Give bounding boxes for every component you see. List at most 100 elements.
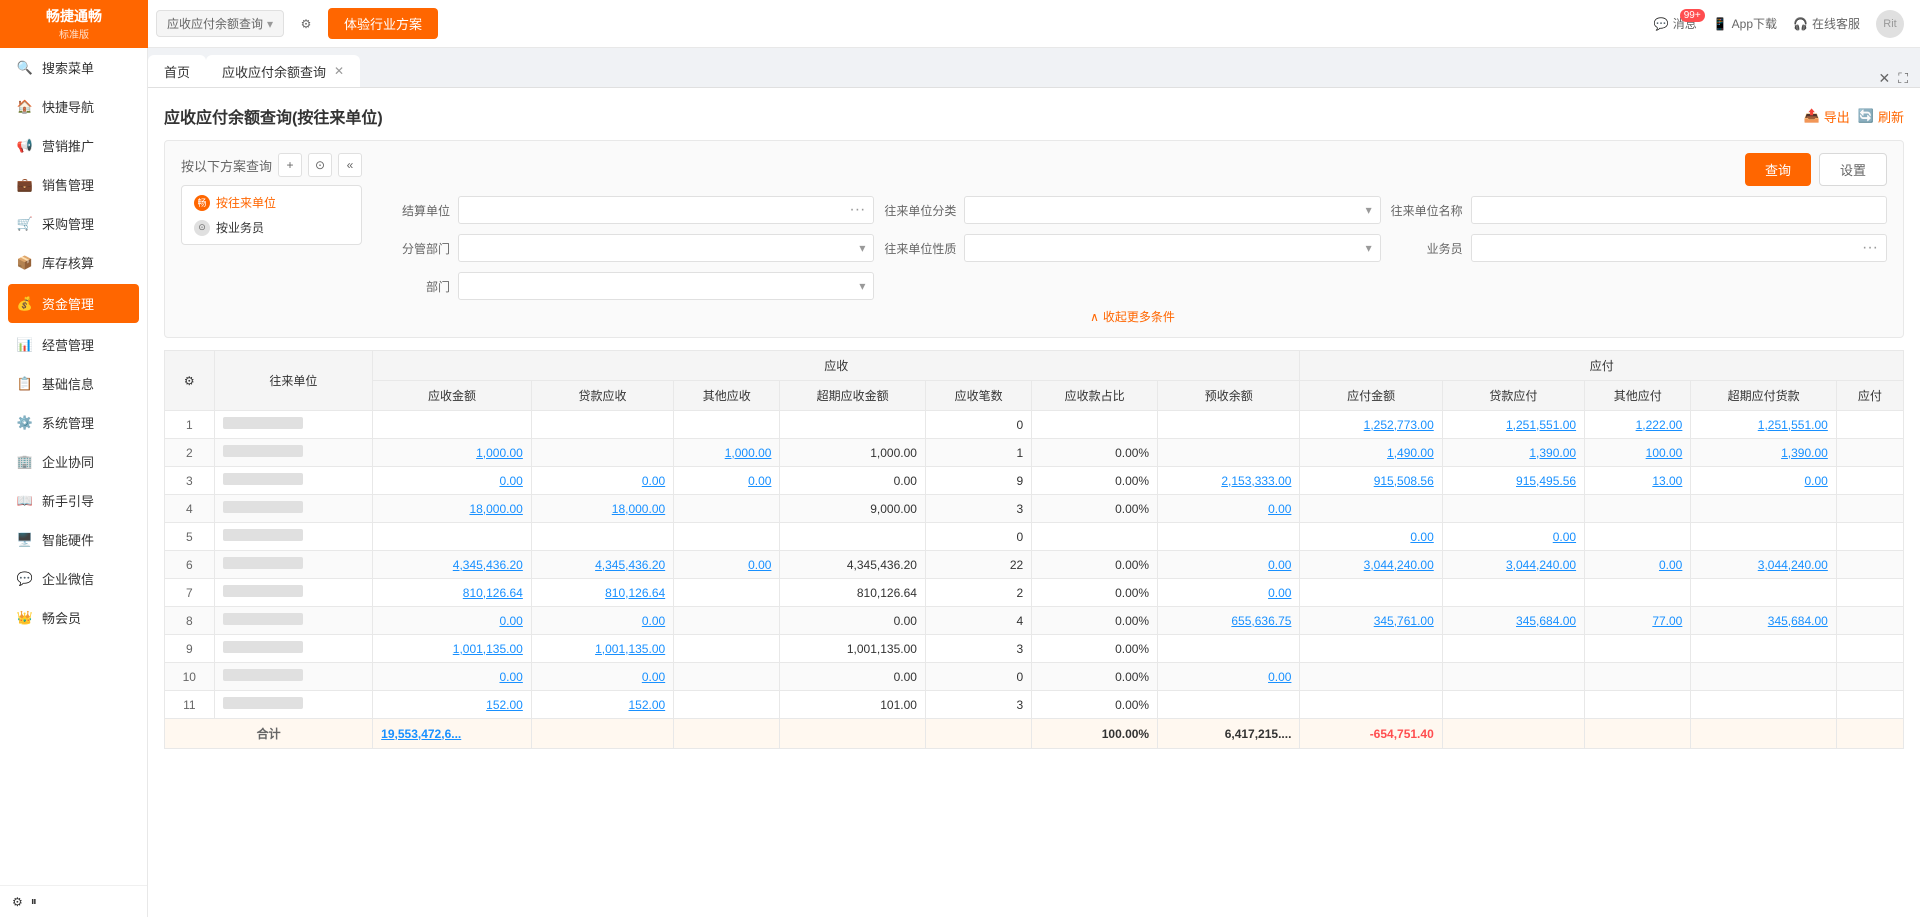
scheme-item-partner[interactable]: 畅 按往来单位	[186, 190, 357, 215]
link-value[interactable]: 18,000.00	[612, 502, 665, 516]
link-value[interactable]: 1,251,551.00	[1506, 418, 1576, 432]
export-button[interactable]: 📤 导出	[1804, 107, 1850, 126]
link-value[interactable]: 0.00	[1553, 530, 1576, 544]
link-value[interactable]: 1,252,773.00	[1364, 418, 1434, 432]
link-value[interactable]: 100.00	[1646, 446, 1683, 460]
link-value[interactable]: 4,345,436.20	[453, 558, 523, 572]
link-value[interactable]: 0.00	[499, 670, 522, 684]
row-no: 8	[165, 607, 215, 635]
settings-button[interactable]: 设置	[1819, 153, 1887, 186]
link-value[interactable]: 0.00	[642, 670, 665, 684]
link-value[interactable]: 345,684.00	[1768, 614, 1828, 628]
messages-btn[interactable]: 💬 消息 99+	[1654, 15, 1697, 32]
pause-icon[interactable]: ⏸	[31, 894, 37, 909]
link-value[interactable]: 18,000.00	[469, 502, 522, 516]
link-value[interactable]: 915,495.56	[1516, 474, 1576, 488]
salesperson-input[interactable]: ···	[1471, 234, 1887, 262]
link-value[interactable]: 3,044,240.00	[1758, 558, 1828, 572]
user-avatar[interactable]: Rit	[1876, 10, 1904, 38]
link-value[interactable]: 2,153,333.00	[1221, 474, 1291, 488]
tab-home[interactable]: 首页	[148, 55, 206, 87]
link-value[interactable]: 655,636.75	[1231, 614, 1291, 628]
sidebar-item-corp[interactable]: 🏢 企业协同	[0, 442, 147, 481]
link-value[interactable]: 0.00	[1268, 586, 1291, 600]
sidebar-item-search[interactable]: 🔍 搜索菜单	[0, 48, 147, 87]
link-value[interactable]: 0.00	[1268, 502, 1291, 516]
dept-input[interactable]: ▾	[458, 272, 874, 300]
link-value[interactable]: 345,684.00	[1516, 614, 1576, 628]
sidebar-item-finance[interactable]: 💰 资金管理	[8, 284, 139, 323]
sidebar-item-wechat[interactable]: 💬 企业微信	[0, 559, 147, 598]
collapse-button[interactable]: ∧ 收起更多条件	[378, 308, 1887, 325]
sidebar-item-sales[interactable]: 💼 销售管理	[0, 165, 147, 204]
link-value[interactable]: 0.00	[748, 558, 771, 572]
link-value[interactable]: 0.00	[1410, 530, 1433, 544]
partner-nature-input[interactable]: ▾	[964, 234, 1380, 262]
sidebar-item-nav[interactable]: 🏠 快捷导航	[0, 87, 147, 126]
link-value[interactable]: 1,390.00	[1529, 446, 1576, 460]
link-value[interactable]: 0.00	[1804, 474, 1827, 488]
link-value[interactable]: 0.00	[1659, 558, 1682, 572]
link-value[interactable]: 1,251,551.00	[1758, 418, 1828, 432]
sidebar-item-basic[interactable]: 📋 基础信息	[0, 364, 147, 403]
dept-manage-input[interactable]: ▾	[458, 234, 874, 262]
col-pay-amount: 应付金额	[1300, 381, 1442, 411]
partner-type-input[interactable]: ▾	[964, 196, 1380, 224]
sidebar-item-guide[interactable]: 📖 新手引导	[0, 481, 147, 520]
link-value[interactable]: 4,345,436.20	[595, 558, 665, 572]
link-value[interactable]: 0.00	[642, 614, 665, 628]
expand-window-icon[interactable]: ⛶	[1898, 70, 1908, 87]
sidebar-item-purchase[interactable]: 🛒 采购管理	[0, 204, 147, 243]
settlement-unit-input[interactable]: ···	[458, 196, 874, 224]
online-service-btn[interactable]: 🎧 在线客服	[1793, 15, 1860, 32]
table-container[interactable]: ⚙ 往来单位 应收 应付 应收金额 贷款应收 其他应收 超期应收金额 应收笔数 …	[164, 350, 1904, 895]
sidebar-item-business[interactable]: 📊 经营管理	[0, 325, 147, 364]
link-value[interactable]: 1,000.00	[476, 446, 523, 460]
col-settings[interactable]: ⚙	[165, 351, 215, 411]
link-value[interactable]: 1,390.00	[1781, 446, 1828, 460]
row-pay-amount: 915,508.56	[1300, 467, 1442, 495]
trial-button[interactable]: 体验行业方案	[328, 8, 438, 39]
collapse-scheme-btn[interactable]: «	[338, 153, 362, 177]
link-value[interactable]: 13.00	[1652, 474, 1682, 488]
scheme-item-salesperson[interactable]: ⊙ 按业务员	[186, 215, 357, 240]
sidebar-item-system[interactable]: ⚙️ 系统管理	[0, 403, 147, 442]
sidebar-item-hardware[interactable]: 🖥️ 智能硬件	[0, 520, 147, 559]
partner-name-input[interactable]	[1471, 196, 1887, 224]
tab-close-icon[interactable]: ✕	[334, 64, 344, 78]
sidebar-item-member[interactable]: 👑 畅会员	[0, 598, 147, 637]
link-value[interactable]: 1,490.00	[1387, 446, 1434, 460]
link-value[interactable]: 0.00	[642, 474, 665, 488]
edit-scheme-btn[interactable]: ⊙	[308, 153, 332, 177]
link-value[interactable]: 152.00	[628, 698, 665, 712]
link-value[interactable]: 345,761.00	[1374, 614, 1434, 628]
hardware-icon: 🖥️	[16, 531, 34, 549]
link-value[interactable]: 0.00	[748, 474, 771, 488]
link-value[interactable]: 152.00	[486, 698, 523, 712]
sidebar-item-inventory[interactable]: 📦 库存核算	[0, 243, 147, 282]
refresh-button[interactable]: 🔄 刷新	[1858, 107, 1904, 126]
link-value[interactable]: 810,126.64	[463, 586, 523, 600]
query-button[interactable]: 查询	[1745, 153, 1811, 186]
link-value[interactable]: 0.00	[499, 614, 522, 628]
link-value[interactable]: 3,044,240.00	[1364, 558, 1434, 572]
link-value[interactable]: 77.00	[1652, 614, 1682, 628]
link-value[interactable]: 1,001,135.00	[595, 642, 665, 656]
close-window-icon[interactable]: ✕	[1878, 70, 1890, 87]
link-value[interactable]: 0.00	[1268, 670, 1291, 684]
link-value[interactable]: 915,508.56	[1374, 474, 1434, 488]
link-value[interactable]: 0.00	[499, 474, 522, 488]
sidebar-item-marketing[interactable]: 📢 营销推广	[0, 126, 147, 165]
link-value[interactable]: 810,126.64	[605, 586, 665, 600]
settings-bottom-icon[interactable]: ⚙	[12, 895, 23, 909]
settings-icon[interactable]: ⚙	[292, 10, 320, 38]
tab-query[interactable]: 应收应付余额查询 ✕	[206, 55, 360, 87]
link-value[interactable]: 1,222.00	[1636, 418, 1683, 432]
link-value[interactable]: 1,001,135.00	[453, 642, 523, 656]
add-scheme-btn[interactable]: +	[278, 153, 302, 177]
app-download-btn[interactable]: 📱 App下载	[1713, 15, 1777, 32]
sidebar-bottom: ⚙ ⏸	[0, 885, 147, 917]
link-value[interactable]: 3,044,240.00	[1506, 558, 1576, 572]
link-value[interactable]: 1,000.00	[725, 446, 772, 460]
link-value[interactable]: 0.00	[1268, 558, 1291, 572]
